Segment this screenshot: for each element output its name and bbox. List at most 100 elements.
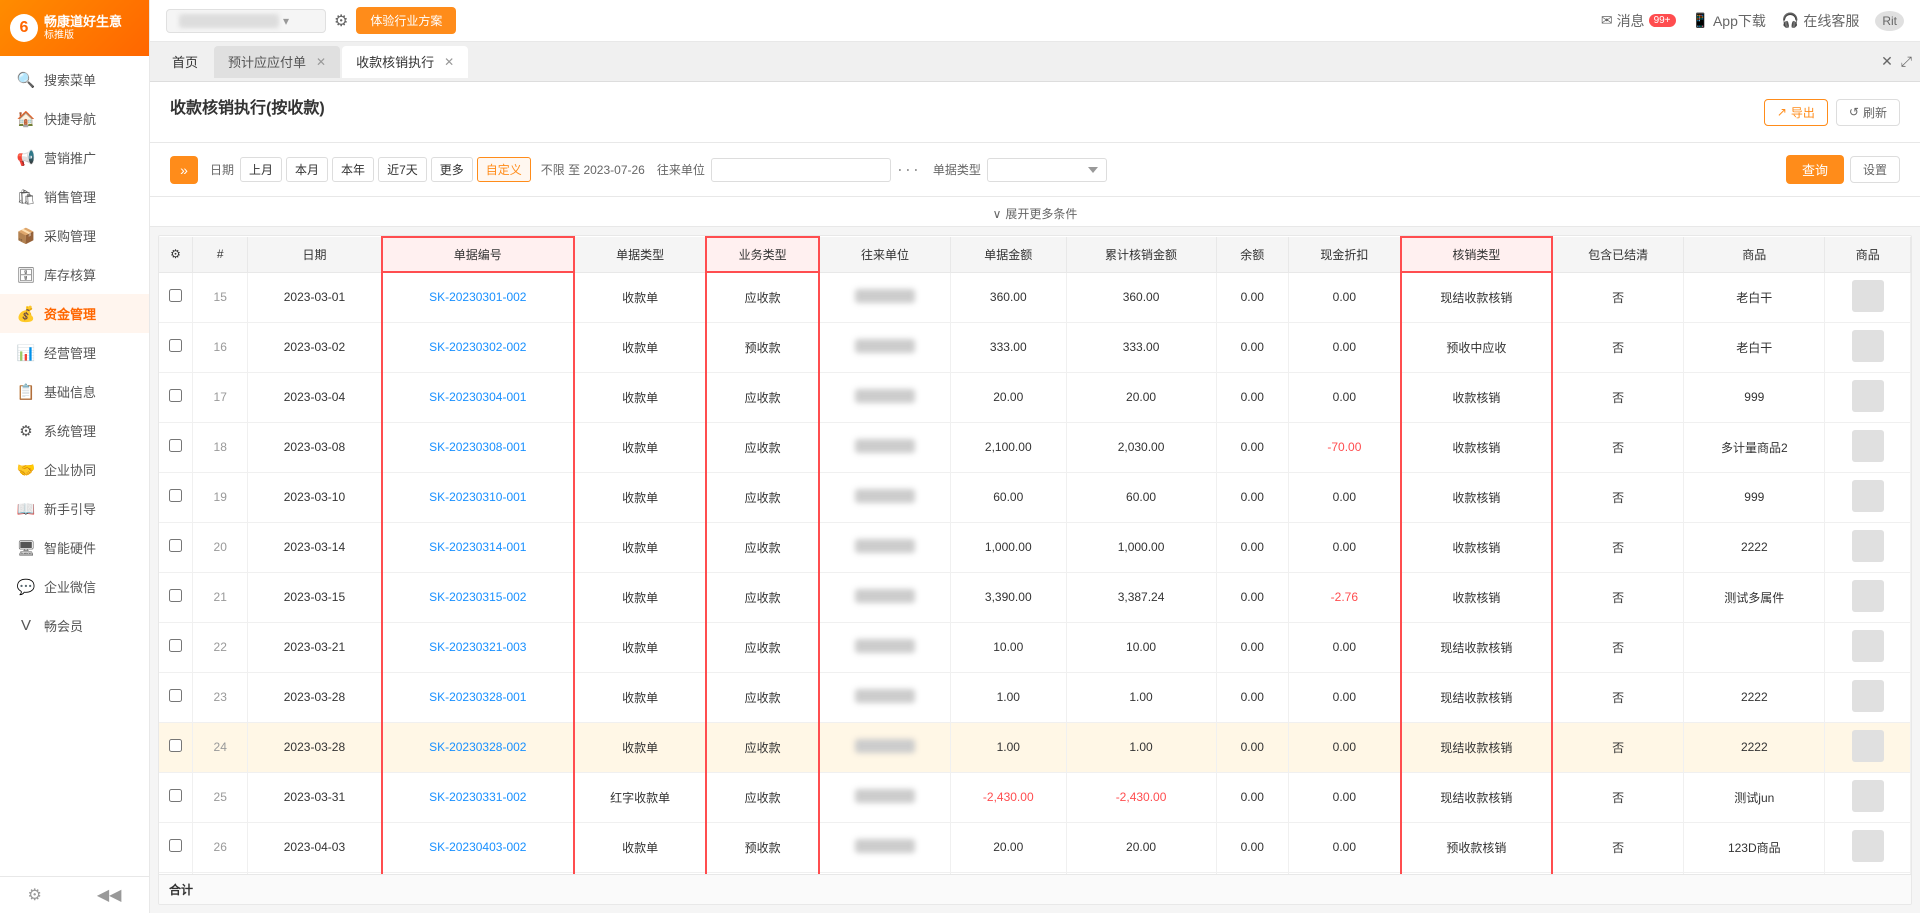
- cell-gear[interactable]: [159, 372, 193, 422]
- row-checkbox[interactable]: [169, 789, 182, 802]
- cell-gear[interactable]: [159, 722, 193, 772]
- col-amount[interactable]: 单据金额: [950, 237, 1066, 272]
- sidebar-item-purchase[interactable]: 📦采购管理: [0, 216, 149, 255]
- voucher-no-link[interactable]: SK-20230321-003: [429, 640, 526, 654]
- message-button[interactable]: ✉ 消息 99+: [1601, 11, 1676, 31]
- voucher-no-link[interactable]: SK-20230331-002: [429, 790, 526, 804]
- online-service-button[interactable]: 🎧 在线客服: [1782, 11, 1859, 31]
- col-voucher-type[interactable]: 单据类型: [574, 237, 706, 272]
- col-cash-discount[interactable]: 现金折扣: [1289, 237, 1401, 272]
- gear-icon-topbar[interactable]: ⚙: [334, 11, 348, 31]
- cell-gear[interactable]: [159, 822, 193, 872]
- row-checkbox[interactable]: [169, 839, 182, 852]
- row-checkbox[interactable]: [169, 689, 182, 702]
- date-btn-more[interactable]: 更多: [431, 157, 473, 182]
- partner-input[interactable]: [711, 158, 891, 182]
- col-balance[interactable]: 余额: [1216, 237, 1289, 272]
- col-biz-type[interactable]: 业务类型: [706, 237, 819, 272]
- query-button[interactable]: 查询: [1786, 155, 1844, 184]
- col-date[interactable]: 日期: [248, 237, 382, 272]
- export-button[interactable]: ↗ 导出: [1764, 99, 1828, 126]
- col-cancel-type[interactable]: 核销类型: [1401, 237, 1553, 272]
- cell-gear[interactable]: [159, 672, 193, 722]
- row-checkbox[interactable]: [169, 339, 182, 352]
- cell-voucher-no[interactable]: SK-20230308-001: [382, 422, 575, 472]
- voucher-no-link[interactable]: SK-20230308-001: [429, 440, 526, 454]
- sidebar-item-sales[interactable]: 🛍销售管理: [0, 177, 149, 216]
- cell-voucher-no[interactable]: SK-20230321-003: [382, 622, 575, 672]
- row-checkbox[interactable]: [169, 539, 182, 552]
- row-checkbox[interactable]: [169, 489, 182, 502]
- date-btn-this-year[interactable]: 本年: [332, 157, 374, 182]
- cell-voucher-no[interactable]: SK-20230301-002: [382, 272, 575, 322]
- col-voucher-no[interactable]: 单据编号: [382, 237, 575, 272]
- tab-close-all[interactable]: ✕: [1881, 53, 1893, 70]
- row-checkbox[interactable]: [169, 289, 182, 302]
- sidebar-item-basics[interactable]: 📋基础信息: [0, 372, 149, 411]
- cell-gear[interactable]: [159, 422, 193, 472]
- tab-prepay[interactable]: 预计应应付单 ✕: [214, 46, 340, 78]
- cell-gear[interactable]: [159, 572, 193, 622]
- sidebar-item-search[interactable]: 🔍搜索菜单: [0, 60, 149, 99]
- solution-button[interactable]: 体验行业方案: [356, 7, 456, 34]
- cell-voucher-no[interactable]: SK-20230314-001: [382, 522, 575, 572]
- cell-voucher-no[interactable]: SK-20230331-002: [382, 772, 575, 822]
- cell-voucher-no[interactable]: SK-20230302-002: [382, 322, 575, 372]
- cell-voucher-no[interactable]: SK-20230328-002: [382, 722, 575, 772]
- sidebar-item-inventory[interactable]: 🗄库存核算: [0, 255, 149, 294]
- cell-voucher-no[interactable]: SK-20230403-002: [382, 822, 575, 872]
- sidebar-item-member[interactable]: V畅会员: [0, 606, 149, 645]
- sidebar-item-hardware[interactable]: 🖥智能硬件: [0, 528, 149, 567]
- tab-fullscreen[interactable]: ⤢: [1901, 53, 1912, 70]
- table-wrapper[interactable]: ⚙ # 日期 单据编号 单据类型 业务类型 往来单位 单据金额 累计核销金额 余…: [159, 236, 1911, 874]
- cell-voucher-no[interactable]: SK-20230328-001: [382, 672, 575, 722]
- sidebar-item-guide[interactable]: 📖新手引导: [0, 489, 149, 528]
- date-btn-this-month[interactable]: 本月: [286, 157, 328, 182]
- filter-toggle-button[interactable]: »: [170, 156, 198, 184]
- voucher-no-link[interactable]: SK-20230310-001: [429, 490, 526, 504]
- cell-gear[interactable]: [159, 272, 193, 322]
- voucher-no-link[interactable]: SK-20230403-002: [429, 840, 526, 854]
- sidebar-item-system[interactable]: ⚙系统管理: [0, 411, 149, 450]
- voucher-no-link[interactable]: SK-20230304-001: [429, 390, 526, 404]
- date-btn-last-month[interactable]: 上月: [240, 157, 282, 182]
- row-checkbox[interactable]: [169, 739, 182, 752]
- voucher-type-select[interactable]: 收款单 红字收款单: [987, 158, 1107, 182]
- app-download-button[interactable]: 📱 App下载: [1692, 11, 1766, 31]
- sidebar-item-finance[interactable]: 💰资金管理: [0, 294, 149, 333]
- cell-voucher-no[interactable]: SK-20230315-002: [382, 572, 575, 622]
- voucher-no-link[interactable]: SK-20230314-001: [429, 540, 526, 554]
- cell-gear[interactable]: [159, 772, 193, 822]
- row-checkbox[interactable]: [169, 639, 182, 652]
- sidebar-item-marketing[interactable]: 📢营销推广: [0, 138, 149, 177]
- col-partner[interactable]: 往来单位: [819, 237, 950, 272]
- sidebar-item-wechat[interactable]: 💬企业微信: [0, 567, 149, 606]
- voucher-no-link[interactable]: SK-20230315-002: [429, 590, 526, 604]
- col-gear[interactable]: ⚙: [159, 237, 193, 272]
- date-btn-7days[interactable]: 近7天: [378, 157, 427, 182]
- sidebar-item-quick-nav[interactable]: 🏠快捷导航: [0, 99, 149, 138]
- voucher-no-link[interactable]: SK-20230301-002: [429, 290, 526, 304]
- dropdown-icon[interactable]: ▾: [283, 14, 289, 28]
- row-checkbox[interactable]: [169, 389, 182, 402]
- sidebar-item-operations[interactable]: 📊经营管理: [0, 333, 149, 372]
- tab-home[interactable]: 首页: [158, 46, 212, 78]
- cell-voucher-no[interactable]: SK-20230304-001: [382, 372, 575, 422]
- cell-gear[interactable]: [159, 522, 193, 572]
- cell-gear[interactable]: [159, 622, 193, 672]
- user-avatar[interactable]: Rit: [1875, 11, 1904, 31]
- collapse-icon[interactable]: ◀◀: [97, 885, 122, 905]
- refresh-button[interactable]: ↺ 刷新: [1836, 99, 1900, 126]
- col-goods[interactable]: 商品: [1684, 237, 1825, 272]
- tab-collection[interactable]: 收款核销执行 ✕: [342, 46, 468, 78]
- date-btn-custom[interactable]: 自定义: [477, 157, 531, 182]
- cell-gear[interactable]: [159, 472, 193, 522]
- cell-voucher-no[interactable]: SK-20230310-001: [382, 472, 575, 522]
- row-checkbox[interactable]: [169, 589, 182, 602]
- expand-more-btn[interactable]: ∨ 展开更多条件: [993, 205, 1078, 222]
- col-cancel-amount[interactable]: 累计核销金额: [1066, 237, 1216, 272]
- voucher-no-link[interactable]: SK-20230328-002: [429, 740, 526, 754]
- voucher-no-link[interactable]: SK-20230328-001: [429, 690, 526, 704]
- tab-prepay-close[interactable]: ✕: [316, 55, 326, 69]
- cell-gear[interactable]: [159, 322, 193, 372]
